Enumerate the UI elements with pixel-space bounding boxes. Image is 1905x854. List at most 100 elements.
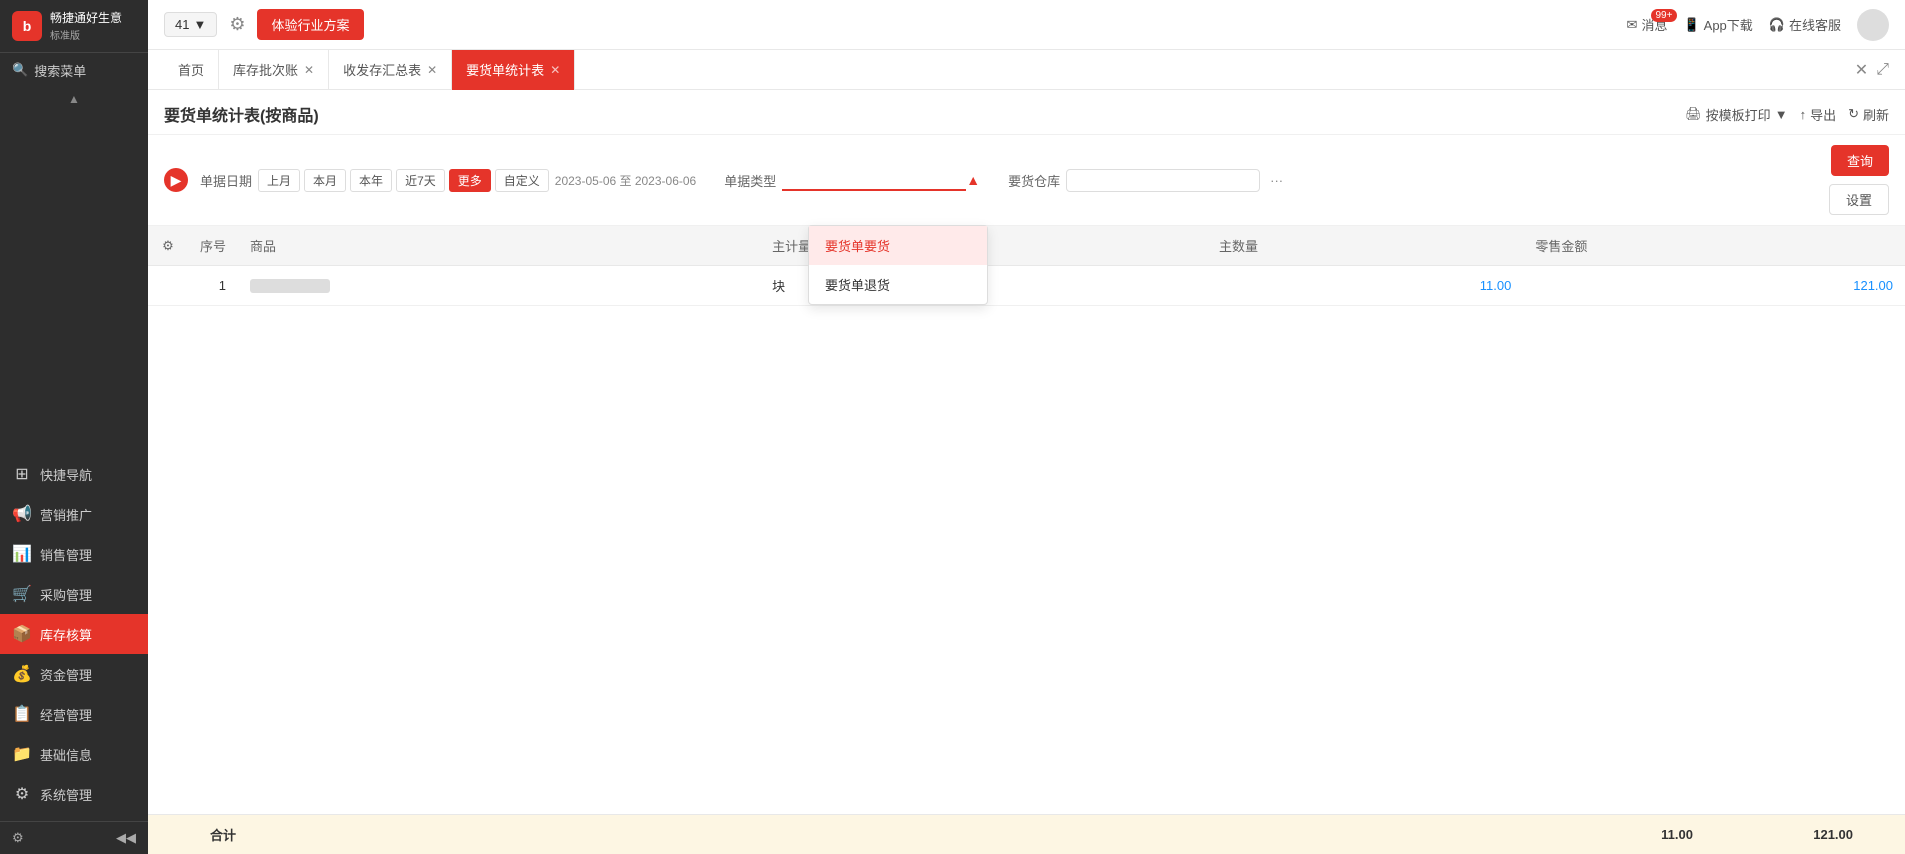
expand-icon: ▶ xyxy=(171,172,182,189)
nav-items: ⊞快捷导航 📢 营销推广 📊销售管理 🛒 采购管理 📦 库存核算 💰资金管理📋经营管理📁基础信息… xyxy=(0,454,148,821)
table-container: ⚙ 序号 商品 主计量单位 主数量 零售金额 1 xyxy=(148,226,1905,814)
date-btn-more[interactable]: 更多 xyxy=(449,169,491,192)
window-btns: ✕ ⤢ xyxy=(1855,60,1889,80)
sidebar-item-purchase[interactable]: 🛒 采购管理 xyxy=(0,574,148,614)
download-icon: 📱 xyxy=(1683,17,1699,33)
sidebar-item-finance[interactable]: 💰资金管理 xyxy=(0,654,148,694)
settings-bottom-icon[interactable]: ⚙ xyxy=(12,830,24,846)
nav-label-operations: 经营管理 xyxy=(40,705,92,724)
refresh-btn[interactable]: ↻ 刷新 xyxy=(1848,105,1889,124)
nav-label-purchase: 采购管理 xyxy=(40,585,92,604)
collapse-icon[interactable]: ◀◀ xyxy=(116,830,136,846)
topbar-settings-icon[interactable]: ⚙ xyxy=(229,14,245,35)
date-quick-btns: 上月 本月 本年 近7天 更多 自定义 xyxy=(258,169,549,192)
date-btn-last-month[interactable]: 上月 xyxy=(258,169,300,192)
settings-filter-btn[interactable]: 设置 xyxy=(1829,184,1889,215)
warehouse-input[interactable] xyxy=(1066,169,1260,192)
sidebar-bottom: ⚙ ◀◀ xyxy=(0,821,148,854)
quantity-link[interactable]: 11.00 xyxy=(1480,278,1512,293)
table-header: ⚙ 序号 商品 主计量单位 主数量 零售金额 xyxy=(148,226,1905,266)
dropdown-item-order-request[interactable]: 要货单要货 xyxy=(809,226,987,265)
product-blur xyxy=(250,279,330,293)
date-btn-7days[interactable]: 近7天 xyxy=(396,169,445,192)
export-btn[interactable]: ↑ 导出 xyxy=(1800,105,1837,124)
tab-receivables[interactable]: 收发存汇总表 ✕ xyxy=(329,50,452,90)
nav-label-inventory: 库存核算 xyxy=(40,625,92,644)
nav-icon-finance: 💰 xyxy=(12,664,32,684)
nav-icon-basic-info: 📁 xyxy=(12,744,32,764)
date-btn-this-month[interactable]: 本月 xyxy=(304,169,346,192)
sidebar: b 畅捷通好生意 标准版 🔍 搜索菜单 ▲ ⊞快捷导航📢营销推广📊销售管理🛒采购… xyxy=(0,0,148,854)
sidebar-item-system[interactable]: ⚙ 系统管理 xyxy=(0,774,148,814)
nav-label-system: 系统管理 xyxy=(40,785,92,804)
nav-icon-system: ⚙ xyxy=(12,784,32,804)
nav-icon-purchase: 🛒 xyxy=(12,584,32,604)
type-dropdown: 要货单要货 要货单退货 xyxy=(808,225,988,305)
sidebar-item-inventory[interactable]: 📦 库存核算 xyxy=(0,614,148,654)
tab-order-stats-close[interactable]: ✕ xyxy=(550,63,560,77)
dropdown-item-order-return-label: 要货单退货 xyxy=(825,278,890,293)
search-menu-label: 搜索菜单 xyxy=(34,61,86,80)
company-selector[interactable]: 41 ▼ xyxy=(164,12,217,37)
tab-batch-accounts[interactable]: 库存批次账 ✕ xyxy=(219,50,329,90)
print-template-label: 按模板打印 xyxy=(1706,105,1771,124)
footer-label: 合计 xyxy=(160,825,380,844)
messages-action[interactable]: ✉ 消息 99+ xyxy=(1627,15,1668,34)
th-settings[interactable]: ⚙ xyxy=(148,226,188,266)
tabs-bar: 首页 库存批次账 ✕ 收发存汇总表 ✕ 要货单统计表 ✕ ✕ ⤢ xyxy=(148,50,1905,90)
app-download-action[interactable]: 📱 App下载 xyxy=(1683,15,1752,34)
type-label: 单据类型 xyxy=(724,171,776,190)
dropdown-item-order-return[interactable]: 要货单退货 xyxy=(809,265,987,304)
selector-chevron-icon: ▼ xyxy=(193,17,206,32)
sidebar-item-marketing[interactable]: 📢 营销推广 xyxy=(0,494,148,534)
table-row: 1 块 11.00 121.00 xyxy=(148,266,1905,306)
tab-batch-accounts-close[interactable]: ✕ xyxy=(304,63,314,77)
search-icon: 🔍 xyxy=(12,62,28,78)
search-menu[interactable]: 🔍 搜索菜单 xyxy=(0,53,148,88)
maximize-win-btn[interactable]: ⤢ xyxy=(1876,61,1889,79)
date-btn-custom[interactable]: 自定义 xyxy=(495,169,549,192)
tab-batch-accounts-label: 库存批次账 xyxy=(233,60,298,79)
sidebar-item-sales[interactable]: 📊销售管理 xyxy=(0,534,148,574)
tab-home[interactable]: 首页 xyxy=(164,50,219,90)
filter-expand-btn[interactable]: ▶ xyxy=(164,168,188,192)
nav-icon-marketing: 📢 xyxy=(12,504,32,524)
page-header-actions: 🖨 按模板打印 ▼ ↑ 导出 ↻ 刷新 xyxy=(1685,105,1889,124)
logo-icon: b xyxy=(12,11,42,41)
filter-bar: ▶ 单据日期 上月 本月 本年 近7天 更多 自定义 2023-05-06 至 … xyxy=(148,135,1905,226)
export-label: 导出 xyxy=(1810,105,1836,124)
nav-icon-inventory: 📦 xyxy=(12,624,32,644)
row-quantity: 11.00 xyxy=(1207,266,1523,306)
main-area: 41 ▼ ⚙ 体验行业方案 ✉ 消息 99+ 📱 App下载 🎧 在线客服 xyxy=(148,0,1905,854)
table-body: 1 块 11.00 121.00 xyxy=(148,266,1905,306)
tab-order-stats[interactable]: 要货单统计表 ✕ xyxy=(452,50,575,90)
nav-label-marketing: 营销推广 xyxy=(40,505,92,524)
app-name: 畅捷通好生意 xyxy=(50,10,122,27)
warehouse-filter-group: 要货仓库 ··· xyxy=(1008,169,1287,192)
type-select-arrow[interactable]: ▲ xyxy=(966,172,980,188)
close-win-btn[interactable]: ✕ xyxy=(1855,60,1868,80)
user-avatar[interactable] xyxy=(1857,9,1889,41)
query-btn[interactable]: 查询 xyxy=(1831,145,1889,176)
sidebar-item-basic-info[interactable]: 📁基础信息 xyxy=(0,734,148,774)
print-template-btn[interactable]: 🖨 按模板打印 ▼ xyxy=(1685,105,1787,124)
tab-receivables-close[interactable]: ✕ xyxy=(427,63,437,77)
messages-icon: ✉ xyxy=(1627,17,1638,33)
page-header: 要货单统计表(按商品) 🖨 按模板打印 ▼ ↑ 导出 ↻ 刷新 xyxy=(148,90,1905,135)
content-area: 要货单统计表(按商品) 🖨 按模板打印 ▼ ↑ 导出 ↻ 刷新 xyxy=(148,90,1905,854)
date-btn-this-year[interactable]: 本年 xyxy=(350,169,392,192)
amount-link[interactable]: 121.00 xyxy=(1853,278,1893,293)
sidebar-item-operations[interactable]: 📋经营管理 xyxy=(0,694,148,734)
sidebar-item-quick-nav[interactable]: ⊞快捷导航 xyxy=(0,454,148,494)
row-index: 1 xyxy=(188,266,238,306)
row-product xyxy=(238,266,760,306)
nav-label-quick-nav: 快捷导航 xyxy=(40,465,92,484)
trial-btn[interactable]: 体验行业方案 xyxy=(257,9,363,40)
type-select-input[interactable] xyxy=(782,170,966,191)
warehouse-dots[interactable]: ··· xyxy=(1270,173,1283,188)
scroll-up-indicator[interactable]: ▲ xyxy=(0,88,148,110)
print-chevron-icon: ▼ xyxy=(1775,107,1788,122)
online-service-action[interactable]: 🎧 在线客服 xyxy=(1769,15,1841,34)
dropdown-item-order-request-label: 要货单要货 xyxy=(825,239,890,254)
sidebar-item-enterprise[interactable]: 🏢企业协同 xyxy=(0,814,148,821)
